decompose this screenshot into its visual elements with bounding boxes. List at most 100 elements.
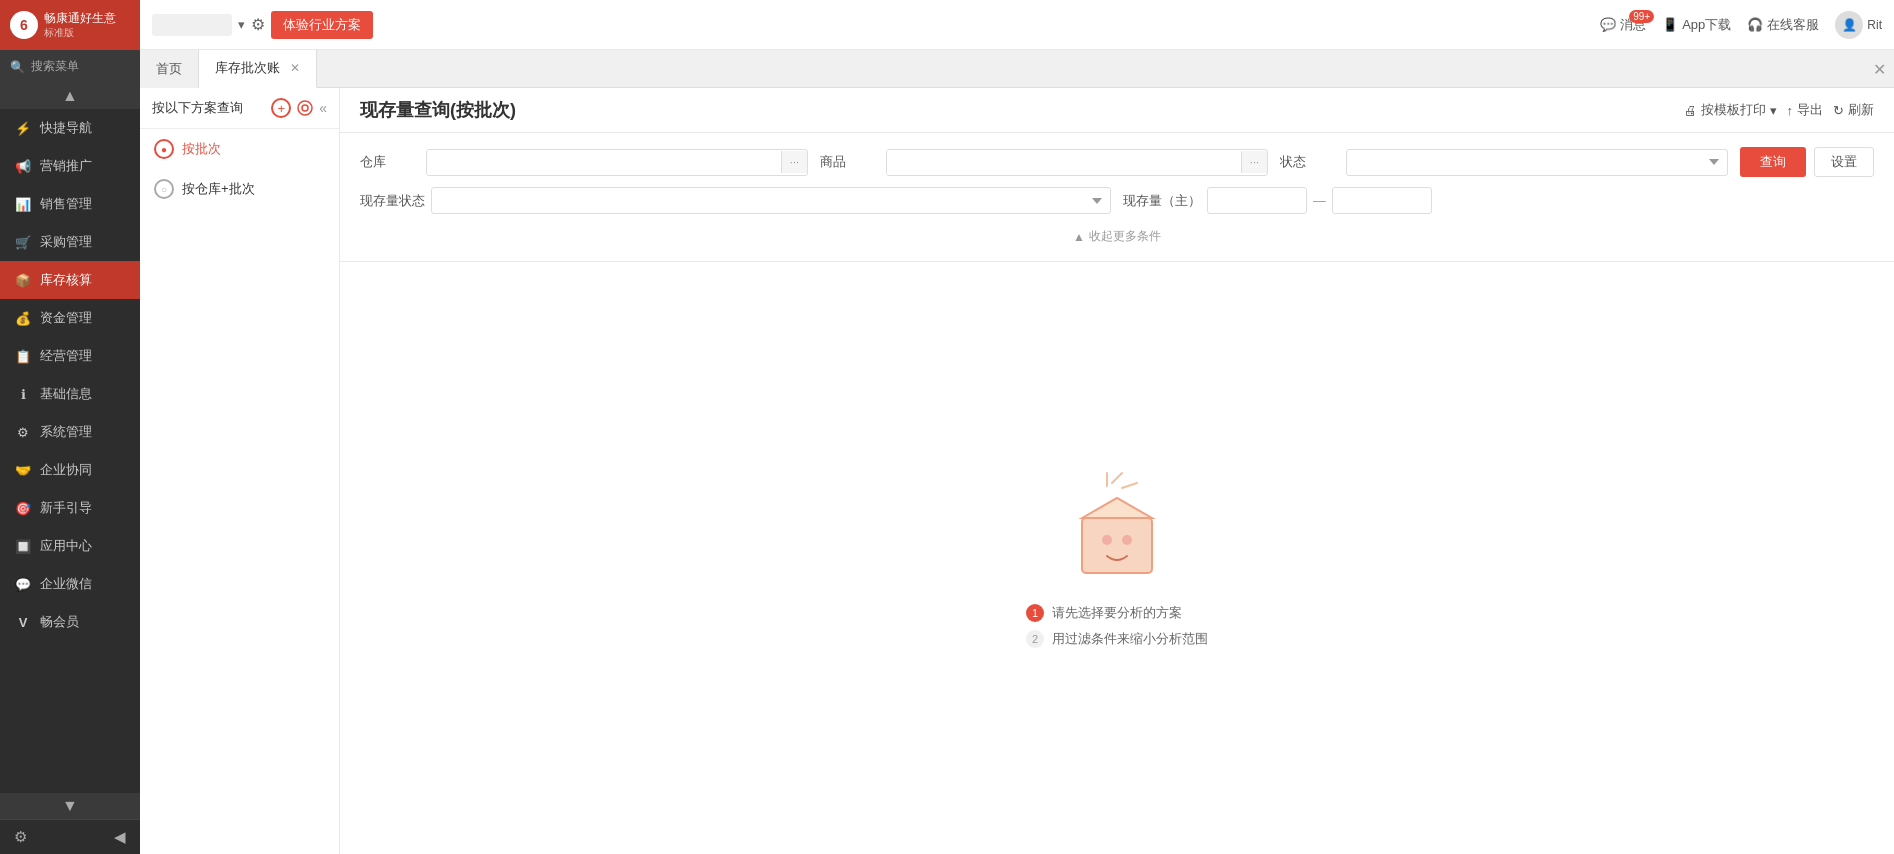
add-filter-btn[interactable]: + <box>271 98 291 118</box>
status-select[interactable] <box>1346 149 1728 176</box>
sidebar-item-label-6: 经营管理 <box>40 347 92 365</box>
inventory-status-label: 现存量状态 <box>360 192 425 210</box>
filter-item-warehouse-batch[interactable]: ○ 按仓库+批次 <box>140 169 339 209</box>
settings-btn[interactable]: 设置 <box>1814 147 1874 177</box>
sidebar-item-label-4: 库存核算 <box>40 271 92 289</box>
sidebar-item-label-11: 应用中心 <box>40 537 92 555</box>
sidebar-item-2[interactable]: 📊 销售管理 <box>0 185 140 223</box>
sidebar-item-label-10: 新手引导 <box>40 499 92 517</box>
settings-icon[interactable]: ⚙ <box>14 828 27 846</box>
online-service-label: 在线客服 <box>1767 16 1819 34</box>
sidebar-item-0[interactable]: ⚡ 快捷导航 <box>0 109 140 147</box>
inventory-qty-min[interactable] <box>1207 187 1307 214</box>
nav-icon-11: 🔲 <box>14 537 32 555</box>
collapse-filter-btn[interactable]: « <box>319 100 327 116</box>
collapse-more-conditions[interactable]: ▲ 收起更多条件 <box>360 224 1874 253</box>
collapse-sidebar-icon[interactable]: ◀ <box>114 828 126 846</box>
sidebar-item-13[interactable]: V 畅会员 <box>0 603 140 641</box>
page-title: 现存量查询(按批次) <box>360 98 516 122</box>
inventory-status-select[interactable] <box>431 187 1111 214</box>
svg-point-6 <box>1122 535 1132 545</box>
refresh-btn[interactable]: ↻ 刷新 <box>1833 101 1874 119</box>
warehouse-input[interactable] <box>427 150 781 175</box>
inventory-qty-field: 现存量（主） — <box>1123 187 1874 214</box>
breadcrumb-input[interactable] <box>152 14 232 36</box>
filter-item-batch-label: 按批次 <box>182 140 221 158</box>
chevron-up-icon: ▲ <box>1073 230 1085 244</box>
tab-inventory-close[interactable]: ✕ <box>290 61 300 75</box>
sidebar-item-3[interactable]: 🛒 采购管理 <box>0 223 140 261</box>
tab-inventory-label: 库存批次账 <box>215 59 280 77</box>
sidebar-item-label-7: 基础信息 <box>40 385 92 403</box>
print-label: 按模板打印 <box>1701 101 1766 119</box>
page-header-actions: 🖨 按模板打印 ▾ ↑ 导出 ↻ 刷新 <box>1684 101 1875 119</box>
sidebar-item-11[interactable]: 🔲 应用中心 <box>0 527 140 565</box>
user-profile-btn[interactable]: 👤 Rit <box>1835 11 1882 39</box>
sidebar-item-10[interactable]: 🎯 新手引导 <box>0 489 140 527</box>
collapse-label: 收起更多条件 <box>1089 228 1161 245</box>
query-btn[interactable]: 查询 <box>1740 147 1806 177</box>
empty-tip-2: 2 用过滤条件来缩小分析范围 <box>1026 630 1208 648</box>
product-input[interactable] <box>887 150 1241 175</box>
print-dropdown-icon: ▾ <box>1770 103 1777 118</box>
sidebar-item-5[interactable]: 💰 资金管理 <box>0 299 140 337</box>
tab-home[interactable]: 首页 <box>140 50 199 88</box>
sidebar-item-4[interactable]: 📦 库存核算 <box>0 261 140 299</box>
svg-point-0 <box>298 101 312 115</box>
inventory-status-field: 现存量状态 <box>360 187 1111 214</box>
query-btn-group: 查询 设置 <box>1740 147 1874 177</box>
search-icon: 🔍 <box>10 60 25 74</box>
product-more-btn[interactable]: ··· <box>1241 151 1267 173</box>
nav-icon-6: 📋 <box>14 347 32 365</box>
message-badge: 99+ <box>1629 10 1654 23</box>
breadcrumb-dropdown-btn[interactable]: ▾ <box>238 17 245 32</box>
nav-icon-12: 💬 <box>14 575 32 593</box>
filter-item-batch[interactable]: ● 按批次 <box>140 129 339 169</box>
topbar-gear-btn[interactable]: ⚙ <box>251 15 265 34</box>
qty-dash: — <box>1313 193 1326 208</box>
message-btn[interactable]: 💬 消息 99+ <box>1600 16 1646 34</box>
empty-tips: 1 请先选择要分析的方案 2 用过滤条件来缩小分析范围 <box>1026 604 1208 648</box>
sidebar-item-label-1: 营销推广 <box>40 157 92 175</box>
filter-item-warehouse-batch-icon: ○ <box>154 179 174 199</box>
empty-tip-1: 1 请先选择要分析的方案 <box>1026 604 1208 622</box>
sidebar-scroll-down[interactable]: ▼ <box>0 793 140 819</box>
sidebar-item-9[interactable]: 🤝 企业协同 <box>0 451 140 489</box>
sidebar-item-6[interactable]: 📋 经营管理 <box>0 337 140 375</box>
export-btn[interactable]: ↑ 导出 <box>1787 101 1824 119</box>
nav-icon-7: ℹ <box>14 385 32 403</box>
filter-panel-title: 按以下方案查询 <box>152 99 243 117</box>
sidebar-search[interactable]: 🔍 搜索菜单 <box>0 50 140 83</box>
avatar-icon: 👤 <box>1842 18 1857 32</box>
inventory-qty-max[interactable] <box>1332 187 1432 214</box>
settings-filter-btn[interactable] <box>297 100 313 116</box>
online-service-btn[interactable]: 🎧 在线客服 <box>1747 16 1819 34</box>
nav-icon-1: 📢 <box>14 157 32 175</box>
sidebar-item-1[interactable]: 📢 营销推广 <box>0 147 140 185</box>
print-icon: 🖨 <box>1684 103 1697 118</box>
settings-filter-icon <box>297 100 313 116</box>
tabbar-close-btn[interactable]: ✕ <box>1873 59 1886 78</box>
sidebar-scroll-up[interactable]: ▲ <box>0 83 140 109</box>
sidebar-item-7[interactable]: ℹ 基础信息 <box>0 375 140 413</box>
export-icon: ↑ <box>1787 103 1794 118</box>
sidebar-item-label-5: 资金管理 <box>40 309 92 327</box>
tab-inventory[interactable]: 库存批次账 ✕ <box>199 50 317 88</box>
svg-point-5 <box>1102 535 1112 545</box>
sidebar-item-12[interactable]: 💬 企业微信 <box>0 565 140 603</box>
warehouse-input-group: ··· <box>426 149 808 176</box>
empty-illustration <box>1057 468 1177 588</box>
tip-text-1: 请先选择要分析的方案 <box>1052 604 1182 622</box>
app-download-btn[interactable]: 📱 App下载 <box>1662 16 1731 34</box>
tabbar: 首页 库存批次账 ✕ ✕ <box>140 50 1894 88</box>
username: Rit <box>1867 18 1882 32</box>
trial-btn[interactable]: 体验行业方案 <box>271 11 373 39</box>
warehouse-more-btn[interactable]: ··· <box>781 151 807 173</box>
page-header: 现存量查询(按批次) 🖨 按模板打印 ▾ ↑ 导出 ↻ 刷新 <box>340 88 1894 133</box>
sidebar-item-label-8: 系统管理 <box>40 423 92 441</box>
online-service-icon: 🎧 <box>1747 17 1763 32</box>
topbar-right: 💬 消息 99+ 📱 App下载 🎧 在线客服 👤 Rit <box>1600 11 1882 39</box>
sidebar-item-8[interactable]: ⚙ 系统管理 <box>0 413 140 451</box>
print-btn[interactable]: 🖨 按模板打印 ▾ <box>1684 101 1777 119</box>
app-download-label: App下载 <box>1682 16 1731 34</box>
